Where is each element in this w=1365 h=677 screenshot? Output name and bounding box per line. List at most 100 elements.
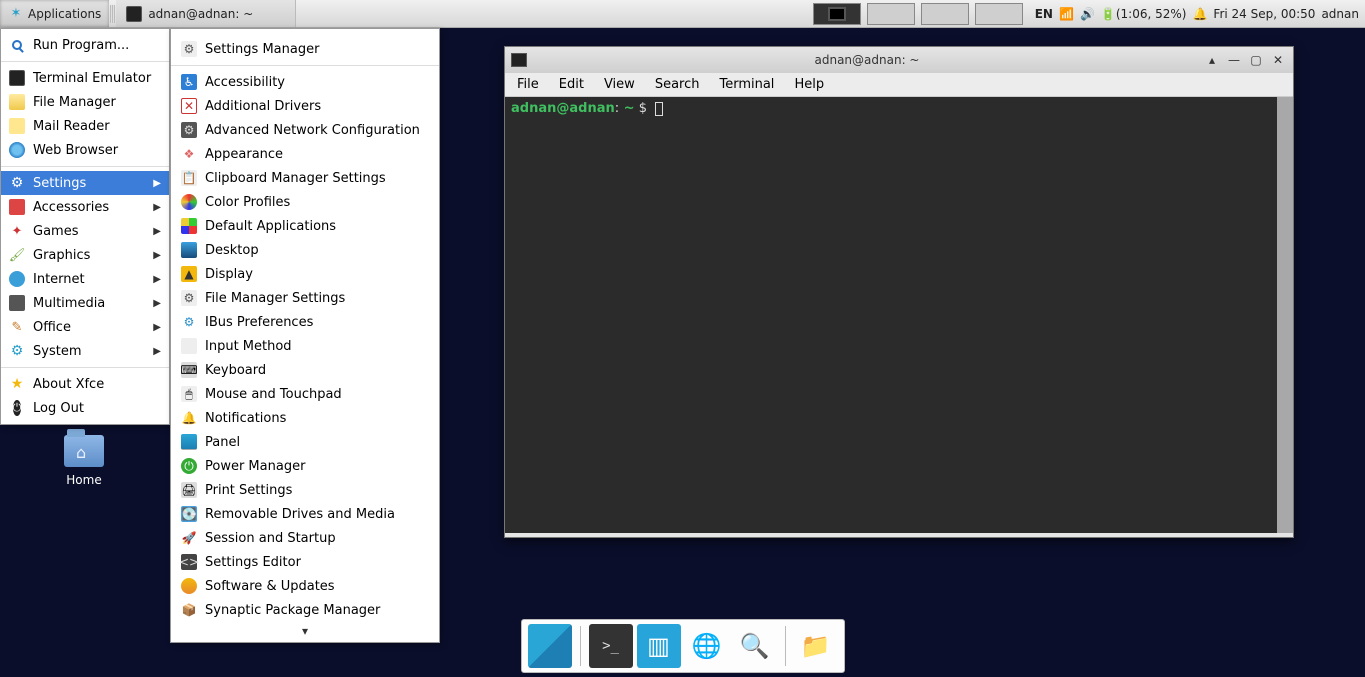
window-minimize-button[interactable]: —: [1225, 51, 1243, 69]
terminal-menu-search[interactable]: Search: [655, 77, 700, 92]
submenu-item-power-manager[interactable]: ⏻Power Manager: [171, 454, 439, 478]
submenu-item-label: Notifications: [205, 411, 286, 426]
menu-item-label: Accessories: [33, 200, 109, 215]
battery-indicator[interactable]: 🔋(1:06, 52%): [1101, 7, 1187, 21]
submenu-item-additional-drivers[interactable]: ✕Additional Drivers: [171, 94, 439, 118]
submenu-item-color-profiles[interactable]: Color Profiles: [171, 190, 439, 214]
notifications-icon[interactable]: 🔔: [1192, 7, 1207, 21]
submenu-item-input-method[interactable]: Input Method: [171, 334, 439, 358]
submenu-item-print-settings[interactable]: 🖨Print Settings: [171, 478, 439, 502]
access-icon: ♿: [181, 74, 197, 90]
clock[interactable]: Fri 24 Sep, 00:50: [1213, 7, 1315, 21]
menu-item-about-xfce[interactable]: ★About Xfce: [1, 372, 169, 396]
dock-home-folder[interactable]: 📁: [794, 624, 838, 668]
volume-icon[interactable]: 🔊: [1080, 7, 1095, 21]
terminal-scrollbar[interactable]: [1277, 97, 1293, 533]
submenu-overflow-indicator[interactable]: ▾: [171, 622, 439, 640]
submenu-item-removable-drives-and-media[interactable]: 💽 Removable Drives and Media: [171, 502, 439, 526]
menu-item-multimedia[interactable]: Multimedia▶: [1, 291, 169, 315]
menu-item-label: Mail Reader: [33, 119, 110, 134]
submenu-item-advanced-network-configuration[interactable]: ⚙ Advanced Network Configuration: [171, 118, 439, 142]
menu-item-run-program[interactable]: Run Program...: [1, 33, 169, 57]
dock-show-desktop[interactable]: [528, 624, 572, 668]
taskbar-terminal-task[interactable]: adnan@adnan: ~: [116, 0, 296, 27]
submenu-item-label: Settings Manager: [205, 42, 319, 57]
workspace-3[interactable]: [921, 3, 969, 25]
terminal-menu-edit[interactable]: Edit: [559, 77, 584, 92]
dock-app-finder[interactable]: 🔍: [733, 624, 777, 668]
terminal-menu-file[interactable]: File: [517, 77, 539, 92]
titlebar-app-icon: [511, 53, 527, 67]
user-name[interactable]: adnan: [1321, 7, 1359, 21]
submenu-item-ibus-preferences[interactable]: ⚙IBus Preferences: [171, 310, 439, 334]
submenu-item-default-applications[interactable]: Default Applications: [171, 214, 439, 238]
menu-item-file-manager[interactable]: File Manager: [1, 90, 169, 114]
menu-item-label: System: [33, 344, 81, 359]
menu-item-label: Graphics: [33, 248, 90, 263]
submenu-item-label: Keyboard: [205, 363, 266, 378]
submenu-arrow-icon: ▶: [153, 346, 161, 357]
workspace-1[interactable]: [813, 3, 861, 25]
remov-icon: 💽: [181, 506, 197, 522]
workspace-4[interactable]: [975, 3, 1023, 25]
menu-item-system[interactable]: ⚙System▶: [1, 339, 169, 363]
terminal-menu-help[interactable]: Help: [794, 77, 824, 92]
submenu-item-desktop[interactable]: Desktop: [171, 238, 439, 262]
submenu-item-label: Accessibility: [205, 75, 285, 90]
window-keep-above-button[interactable]: ▴: [1203, 51, 1221, 69]
submenu-item-settings-editor[interactable]: <>Settings Editor: [171, 550, 439, 574]
window-close-button[interactable]: ✕: [1269, 51, 1287, 69]
submenu-item-clipboard-manager-settings[interactable]: 📋Clipboard Manager Settings: [171, 166, 439, 190]
panel-icon: [181, 434, 197, 450]
submenu-item-display[interactable]: ▲Display: [171, 262, 439, 286]
window-maximize-button[interactable]: ▢: [1247, 51, 1265, 69]
network-icon[interactable]: 📶: [1059, 7, 1074, 21]
system-tray: EN 📶 🔊 🔋(1:06, 52%) 🔔 Fri 24 Sep, 00:50 …: [1029, 7, 1365, 21]
submenu-item-label: Print Settings: [205, 483, 292, 498]
network-icon: ⚙: [181, 122, 197, 138]
dock-terminal[interactable]: >_: [589, 624, 633, 668]
kb-icon: ⌨: [181, 362, 197, 378]
dock-web-browser[interactable]: 🌐: [685, 624, 729, 668]
terminal-menu-terminal[interactable]: Terminal: [719, 77, 774, 92]
submenu-item-notifications[interactable]: 🔔Notifications: [171, 406, 439, 430]
menu-item-internet[interactable]: Internet▶: [1, 267, 169, 291]
workspace-switcher[interactable]: [807, 3, 1029, 25]
submenu-item-mouse-and-touchpad[interactable]: 🖱Mouse and Touchpad: [171, 382, 439, 406]
menu-item-web-browser[interactable]: Web Browser: [1, 138, 169, 162]
submenu-item-panel[interactable]: Panel: [171, 430, 439, 454]
submenu-item-keyboard[interactable]: ⌨ Keyboard: [171, 358, 439, 382]
submenu-item-appearance[interactable]: ❖Appearance: [171, 142, 439, 166]
menu-item-log-out[interactable]: ⏻Log Out: [1, 396, 169, 420]
menu-item-terminal-emulator[interactable]: Terminal Emulator: [1, 66, 169, 90]
menu-item-accessories[interactable]: Accessories▶: [1, 195, 169, 219]
submenu-item-label: Session and Startup: [205, 531, 336, 546]
submenu-item-settings-manager[interactable]: ⚙Settings Manager: [171, 37, 439, 61]
submenu-item-file-manager-settings[interactable]: ⚙File Manager Settings: [171, 286, 439, 310]
submenu-item-label: Advanced Network Configuration: [205, 123, 420, 138]
submenu-item-label: Removable Drives and Media: [205, 507, 395, 522]
menu-item-settings[interactable]: ⚙Settings▶: [1, 171, 169, 195]
submenu-item-synaptic-package-manager[interactable]: 📦Synaptic Package Manager: [171, 598, 439, 622]
colors-icon: [181, 194, 197, 210]
scrollbar-thumb[interactable]: [1277, 97, 1293, 533]
applications-menu-button[interactable]: ✶ Applications: [0, 0, 109, 27]
menu-item-graphics[interactable]: 🖌Graphics▶: [1, 243, 169, 267]
menu-item-label: Office: [33, 320, 71, 335]
dock-file-manager[interactable]: ▥: [637, 624, 681, 668]
menu-item-office[interactable]: ✎Office▶: [1, 315, 169, 339]
submenu-item-software-updates[interactable]: Software & Updates: [171, 574, 439, 598]
terminal-content[interactable]: adnan@adnan: ~ $: [505, 97, 1293, 533]
submenu-item-session-and-startup[interactable]: 🚀Session and Startup: [171, 526, 439, 550]
submenu-item-label: Settings Editor: [205, 555, 301, 570]
window-titlebar[interactable]: adnan@adnan: ~ ▴ — ▢ ✕: [505, 47, 1293, 73]
home-desktop-icon[interactable]: ⌂ Home: [44, 435, 124, 487]
menu-item-games[interactable]: ✦Games▶: [1, 219, 169, 243]
workspace-2[interactable]: [867, 3, 915, 25]
terminal-menu-view[interactable]: View: [604, 77, 635, 92]
keyboard-layout-indicator[interactable]: EN: [1035, 7, 1053, 21]
submenu-item-accessibility[interactable]: ♿ Accessibility: [171, 70, 439, 94]
menu-item-mail-reader[interactable]: Mail Reader: [1, 114, 169, 138]
menu-item-label: Web Browser: [33, 143, 118, 158]
dock-separator: [785, 626, 786, 666]
